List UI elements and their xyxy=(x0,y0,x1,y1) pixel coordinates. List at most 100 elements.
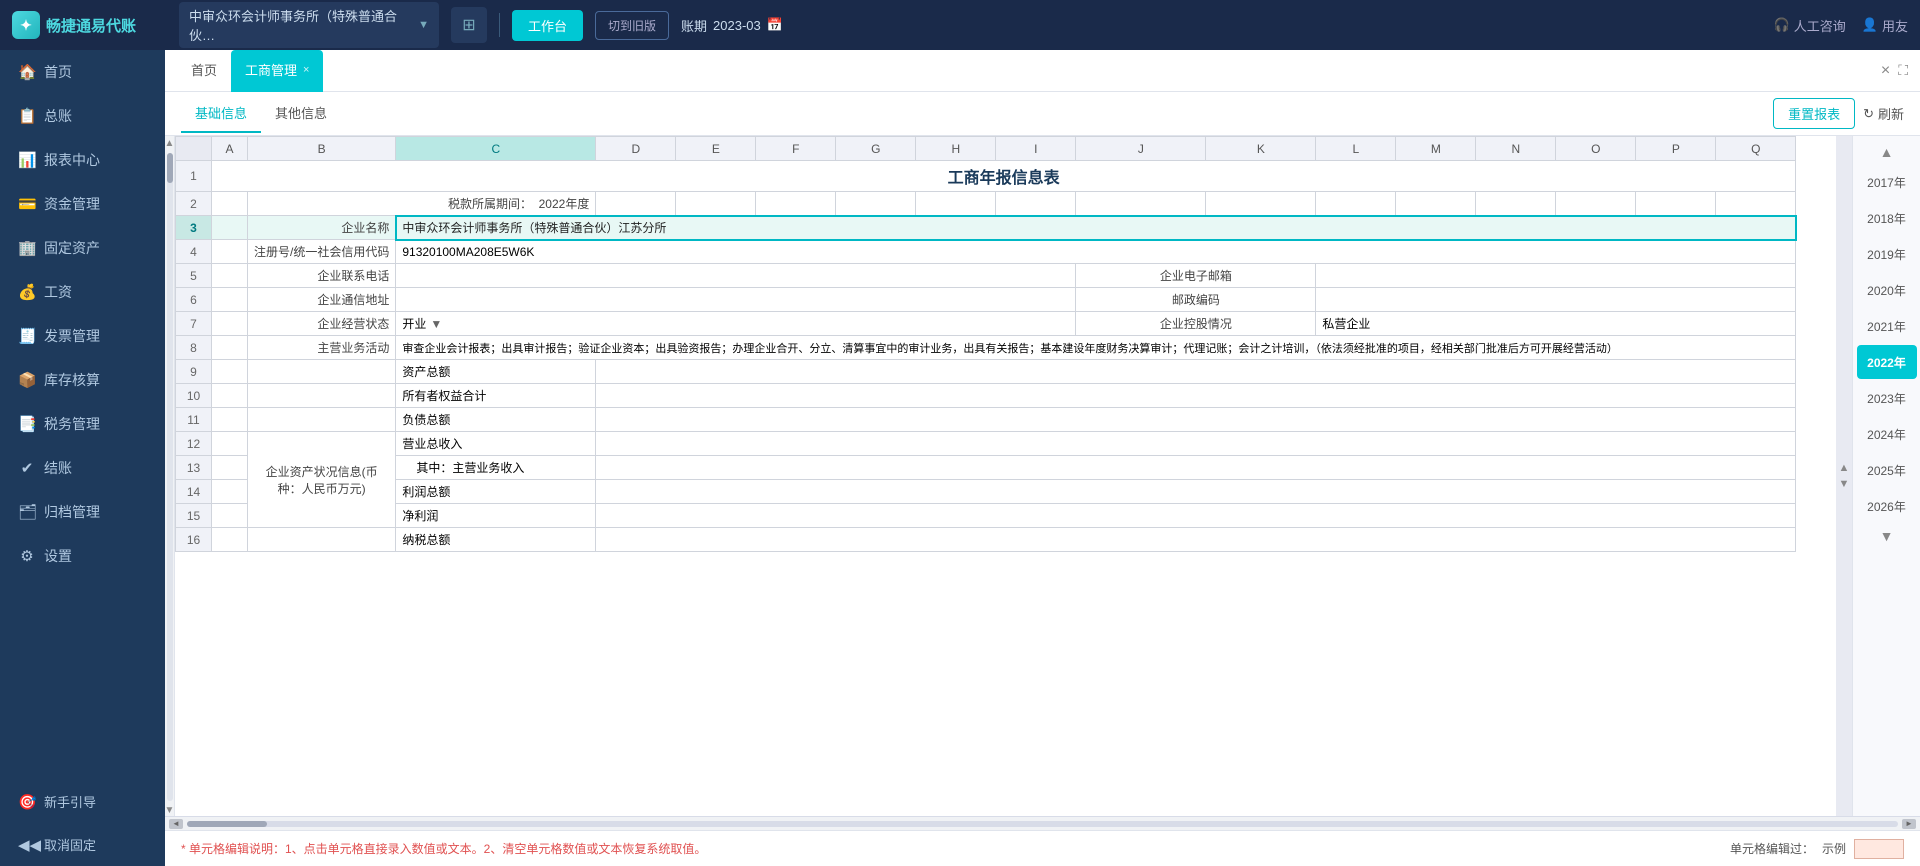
col-header-M[interactable]: M xyxy=(1396,137,1476,161)
col-header-D[interactable]: D xyxy=(596,137,676,161)
v-scroll-thumb[interactable] xyxy=(167,153,173,183)
cell-13A[interactable] xyxy=(212,456,248,480)
window-close-icon[interactable]: × xyxy=(1881,62,1890,80)
h-scroll-left[interactable]: ◄ xyxy=(169,819,183,829)
window-maximize-icon[interactable]: ⛶ xyxy=(1898,62,1908,79)
year-item-2024[interactable]: 2024年 xyxy=(1857,417,1917,451)
col-header-Q[interactable]: Q xyxy=(1716,137,1796,161)
sidebar-item-ledger[interactable]: 📋 总账 xyxy=(0,94,165,138)
cell-12D[interactable] xyxy=(596,432,1796,456)
tab-close-icon[interactable]: × xyxy=(303,64,309,76)
cell-16B[interactable] xyxy=(248,528,396,552)
cell-10C[interactable]: 所有者权益合计 xyxy=(396,384,596,408)
company-selector[interactable]: 中审众环会计师事务所（特殊普通合伙… ▼ xyxy=(179,2,439,48)
sidebar-item-settings[interactable]: ⚙ 设置 xyxy=(0,534,165,578)
cell-2B[interactable]: 税款所属期间： 2022年度 xyxy=(248,192,596,216)
year-item-2018[interactable]: 2018年 xyxy=(1857,201,1917,235)
cell-6B[interactable]: 企业通信地址 xyxy=(248,288,396,312)
col-header-P[interactable]: P xyxy=(1636,137,1716,161)
cell-2M[interactable] xyxy=(1396,192,1476,216)
refresh-button[interactable]: ↻ 刷新 xyxy=(1863,104,1904,123)
col-header-J[interactable]: J xyxy=(1076,137,1206,161)
consult-button[interactable]: 🎧 人工咨询 xyxy=(1774,16,1846,35)
year-item-2021[interactable]: 2021年 xyxy=(1857,309,1917,343)
cell-14C[interactable]: 利润总额 xyxy=(396,480,596,504)
cell-2H[interactable] xyxy=(916,192,996,216)
year-item-2019[interactable]: 2019年 xyxy=(1857,237,1917,271)
panel-collapse-btn[interactable]: ▲ ▼ xyxy=(1836,454,1852,498)
cell-11C[interactable]: 负债总额 xyxy=(396,408,596,432)
cell-5C[interactable] xyxy=(396,264,1076,288)
cell-2O[interactable] xyxy=(1556,192,1636,216)
cell-2D[interactable] xyxy=(596,192,676,216)
cell-2G[interactable] xyxy=(836,192,916,216)
cell-9D[interactable] xyxy=(596,360,1796,384)
tab-home[interactable]: 首页 xyxy=(177,50,231,92)
sub-tab-basic[interactable]: 基础信息 xyxy=(181,95,261,133)
cell-2Q[interactable] xyxy=(1716,192,1796,216)
cell-14A[interactable] xyxy=(212,480,248,504)
year-item-2020[interactable]: 2020年 xyxy=(1857,273,1917,307)
cell-6C[interactable] xyxy=(396,288,1076,312)
old-version-button[interactable]: 切到旧版 xyxy=(595,11,669,40)
calendar-icon[interactable]: 📅 xyxy=(767,17,783,33)
dropdown-7C[interactable]: 开业 ▼ xyxy=(402,315,1069,332)
cell-4B[interactable]: 注册号/统一社会信用代码 xyxy=(248,240,396,264)
cell-2L[interactable] xyxy=(1316,192,1396,216)
cell-15C[interactable]: 净利润 xyxy=(396,504,596,528)
cell-12A[interactable] xyxy=(212,432,248,456)
col-header-H[interactable]: H xyxy=(916,137,996,161)
cell-2J[interactable] xyxy=(1076,192,1206,216)
cell-2I[interactable] xyxy=(996,192,1076,216)
cell-6A[interactable] xyxy=(212,288,248,312)
cell-16C[interactable]: 纳税总额 xyxy=(396,528,596,552)
sidebar-item-asset[interactable]: 🏢 固定资产 xyxy=(0,226,165,270)
cell-12B[interactable]: 企业资产状况信息(币种：人民币万元) xyxy=(248,432,396,528)
col-header-I[interactable]: I xyxy=(996,137,1076,161)
year-item-2025[interactable]: 2025年 xyxy=(1857,453,1917,487)
cell-11D[interactable] xyxy=(596,408,1796,432)
cell-7K[interactable]: 私营企业 xyxy=(1316,312,1796,336)
tab-gongshang[interactable]: 工商管理 × xyxy=(231,50,323,92)
cell-5K[interactable] xyxy=(1316,264,1796,288)
year-scroll-down[interactable]: ▼ xyxy=(1872,524,1902,548)
col-header-G[interactable]: G xyxy=(836,137,916,161)
col-header-C[interactable]: C xyxy=(396,137,596,161)
year-item-2017[interactable]: 2017年 xyxy=(1857,165,1917,199)
cell-4A[interactable] xyxy=(212,240,248,264)
cell-2A[interactable] xyxy=(212,192,248,216)
sidebar-item-invoice[interactable]: 🧾 发票管理 xyxy=(0,314,165,358)
cell-9C[interactable]: 资产总额 xyxy=(396,360,596,384)
cell-8B[interactable]: 主营业务活动 xyxy=(248,336,396,360)
workbench-button[interactable]: 工作台 xyxy=(512,10,583,41)
sidebar-item-inventory[interactable]: 📦 库存核算 xyxy=(0,358,165,402)
h-scroll-track[interactable] xyxy=(187,821,1898,827)
sidebar-item-unpin[interactable]: ◀◀ 取消固定 xyxy=(0,823,165,866)
sidebar-item-archive[interactable]: 🗂 归档管理 xyxy=(0,490,165,534)
sidebar-item-home[interactable]: 🏠 首页 xyxy=(0,50,165,94)
h-scroll-right[interactable]: ► xyxy=(1902,819,1916,829)
v-scroll-up[interactable]: ▲ xyxy=(165,138,174,149)
cell-10D[interactable] xyxy=(596,384,1796,408)
spreadsheet-wrapper[interactable]: A B C D E F G H I J K L M xyxy=(175,136,1836,816)
cell-9B[interactable] xyxy=(248,360,396,384)
cell-11B[interactable] xyxy=(248,408,396,432)
sidebar-item-close-account[interactable]: ✔ 结账 xyxy=(0,446,165,490)
year-item-2026[interactable]: 2026年 xyxy=(1857,489,1917,523)
cell-7C[interactable]: 开业 ▼ xyxy=(396,312,1076,336)
sidebar-item-report[interactable]: 📊 报表中心 xyxy=(0,138,165,182)
cell-2F[interactable] xyxy=(756,192,836,216)
sheet-title-cell[interactable]: 工商年报信息表 xyxy=(212,161,1796,192)
cell-8A[interactable] xyxy=(212,336,248,360)
sidebar-item-guide[interactable]: 🎯 新手引导 xyxy=(0,780,165,823)
col-header-K[interactable]: K xyxy=(1206,137,1316,161)
sidebar-item-payroll[interactable]: 💰 工资 xyxy=(0,270,165,314)
cell-16D[interactable] xyxy=(596,528,1796,552)
cell-3B[interactable]: 企业名称 xyxy=(248,216,396,240)
sidebar-item-fund[interactable]: 💳 资金管理 xyxy=(0,182,165,226)
cell-12C[interactable]: 营业总收入 xyxy=(396,432,596,456)
cell-2N[interactable] xyxy=(1476,192,1556,216)
cell-15D[interactable] xyxy=(596,504,1796,528)
cell-2K[interactable] xyxy=(1206,192,1316,216)
col-header-B[interactable]: B xyxy=(248,137,396,161)
